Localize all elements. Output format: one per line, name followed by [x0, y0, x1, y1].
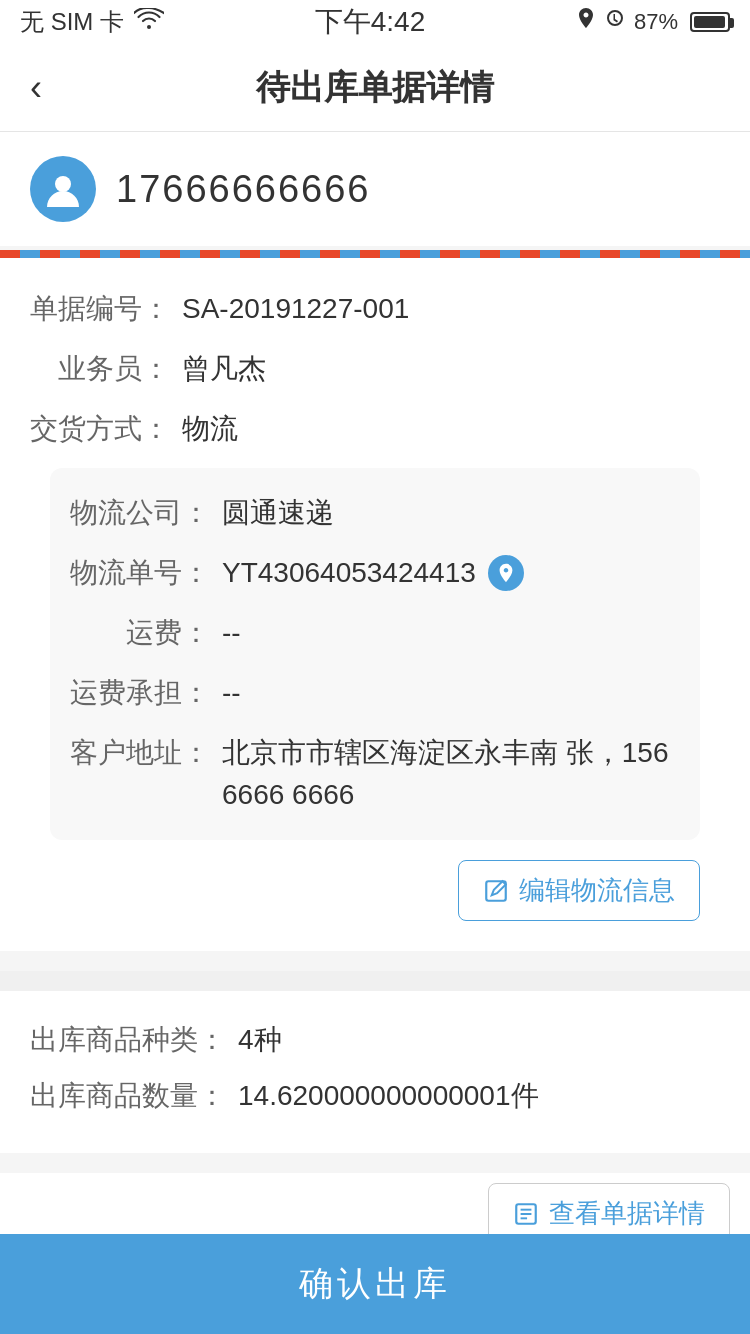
location-icon: [576, 8, 596, 36]
company-row: 物流公司： 圆通速递: [70, 492, 680, 534]
main-content: 17666666666 单据编号： SA-20191227-001 业务员： 曾…: [0, 132, 750, 1334]
doc-no-row: 单据编号： SA-20191227-001: [30, 288, 720, 330]
doc-no-label: 单据编号：: [30, 288, 170, 330]
nav-bar: ‹ 待出库单据详情: [0, 44, 750, 132]
freight-label: 运费：: [70, 612, 210, 654]
section-separator: [0, 971, 750, 991]
customer-phone: 17666666666: [116, 168, 370, 211]
delivery-method-label: 交货方式：: [30, 408, 170, 450]
customer-header: 17666666666: [0, 132, 750, 246]
edit-logistics-button[interactable]: 编辑物流信息: [458, 860, 700, 921]
salesperson-row: 业务员： 曾凡杰: [30, 348, 720, 390]
confirm-outbound-button[interactable]: 确认出库: [0, 1234, 750, 1334]
battery-text: 87%: [634, 9, 678, 35]
status-right: 87%: [576, 8, 730, 36]
tracking-no-label: 物流单号：: [70, 552, 210, 594]
goods-quantity-label: 出库商品数量：: [30, 1077, 230, 1115]
doc-no-value: SA-20191227-001: [182, 288, 720, 330]
order-info-section: 单据编号： SA-20191227-001 业务员： 曾凡杰 交货方式： 物流 …: [0, 258, 750, 951]
alarm-icon: [604, 8, 626, 36]
battery-icon: [690, 12, 730, 32]
status-bar: 无 SIM 卡 下午4:42 87%: [0, 0, 750, 44]
salesperson-label: 业务员：: [30, 348, 170, 390]
freight-bearer-label: 运费承担：: [70, 672, 210, 714]
freight-bearer-value: --: [222, 672, 680, 714]
freight-row: 运费： --: [70, 612, 680, 654]
goods-type-value: 4种: [238, 1021, 282, 1059]
freight-value: --: [222, 612, 680, 654]
salesperson-value: 曾凡杰: [182, 348, 720, 390]
goods-quantity-row: 出库商品数量： 14.620000000000001件: [30, 1077, 720, 1115]
company-label: 物流公司：: [70, 492, 210, 534]
tracking-no-row: 物流单号： YT43064053424413: [70, 552, 680, 594]
track-location-button[interactable]: [488, 555, 524, 591]
address-label: 客户地址：: [70, 732, 210, 774]
page-title: 待出库单据详情: [256, 65, 494, 111]
avatar: [30, 156, 96, 222]
time-text: 下午4:42: [315, 3, 426, 41]
logistics-card: 物流公司： 圆通速递 物流单号： YT43064053424413 运费： --: [50, 468, 700, 840]
company-value: 圆通速递: [222, 492, 680, 534]
status-left: 无 SIM 卡: [20, 6, 164, 38]
goods-quantity-value: 14.620000000000001件: [238, 1077, 539, 1115]
goods-section: 出库商品种类： 4种 出库商品数量： 14.620000000000001件: [0, 991, 750, 1153]
dashed-divider: [0, 250, 750, 258]
back-button[interactable]: ‹: [20, 57, 52, 119]
edit-logistics-label: 编辑物流信息: [519, 873, 675, 908]
goods-type-label: 出库商品种类：: [30, 1021, 230, 1059]
confirm-outbound-label: 确认出库: [299, 1261, 451, 1307]
wifi-icon: [134, 8, 164, 36]
svg-point-0: [55, 176, 71, 192]
view-detail-label: 查看单据详情: [549, 1196, 705, 1231]
freight-bearer-row: 运费承担： --: [70, 672, 680, 714]
svg-rect-1: [486, 881, 506, 901]
delivery-method-row: 交货方式： 物流: [30, 408, 720, 450]
tracking-no-value: YT43064053424413: [222, 552, 680, 594]
edit-btn-row: 编辑物流信息: [30, 840, 720, 931]
delivery-method-value: 物流: [182, 408, 720, 450]
carrier-text: 无 SIM 卡: [20, 6, 124, 38]
address-value: 北京市市辖区海淀区永丰南 张，156 6666 6666: [222, 732, 680, 816]
goods-type-row: 出库商品种类： 4种: [30, 1021, 720, 1059]
address-row: 客户地址： 北京市市辖区海淀区永丰南 张，156 6666 6666: [70, 732, 680, 816]
